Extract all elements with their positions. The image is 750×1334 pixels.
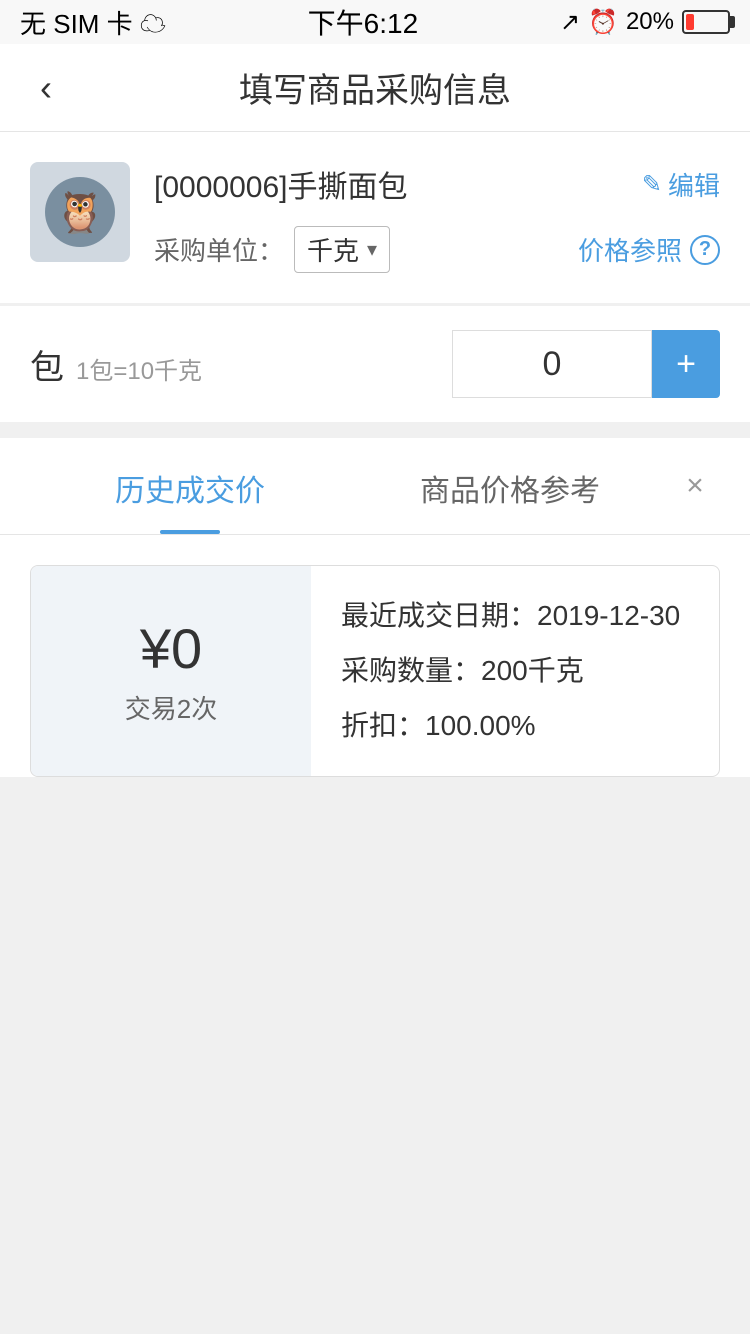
product-name: [0000006]手撕面包 xyxy=(154,162,407,206)
history-discount-label: 折扣： xyxy=(341,710,425,741)
alarm-icon: ⏰ xyxy=(588,8,618,37)
history-details-panel: 最近成交日期：2019-12-30 采购数量：200千克 折扣：100.00% xyxy=(311,566,719,776)
nav-bar: ‹ 填写商品采购信息 xyxy=(0,44,750,132)
status-right: ↗ ⏰ 20% xyxy=(560,8,730,37)
sim-label: 无 SIM 卡 ☁ xyxy=(20,4,166,41)
product-card: [0000006]手撕面包 ✎ 编辑 采购单位： 千克 ▾ 价格参照 ? xyxy=(0,132,750,303)
qty-convert-note: 1包=10千克 xyxy=(76,351,202,386)
page-title: 填写商品采购信息 xyxy=(239,63,511,112)
history-price-value: ¥0 xyxy=(140,616,202,681)
quantity-controls: + xyxy=(452,330,720,398)
tab-close-button[interactable]: × xyxy=(670,461,720,511)
tab-price-reference[interactable]: 商品价格参考 xyxy=(350,438,670,534)
history-qty-label: 采购数量： xyxy=(341,655,481,686)
status-left: 无 SIM 卡 ☁ xyxy=(20,4,166,41)
history-price-panel: ¥0 交易2次 xyxy=(31,566,311,776)
edit-label: 编辑 xyxy=(668,166,720,203)
history-discount-row: 折扣：100.00% xyxy=(341,706,689,745)
history-discount-value: 100.00% xyxy=(425,710,536,741)
battery-percent: 20% xyxy=(626,8,674,36)
history-trades-count: 交易2次 xyxy=(125,689,217,726)
tab-history-price[interactable]: 历史成交价 xyxy=(30,438,350,534)
tabs-section: 历史成交价 商品价格参考 × ¥0 交易2次 最近成交日期：2019-12-30… xyxy=(0,438,750,777)
back-button[interactable]: ‹ xyxy=(30,57,62,119)
unit-label: 采购单位： xyxy=(154,231,284,268)
history-qty-row: 采购数量：200千克 xyxy=(341,651,689,690)
tabs-header: 历史成交价 商品价格参考 × xyxy=(0,438,750,535)
quantity-plus-button[interactable]: + xyxy=(652,330,720,398)
status-bar: 无 SIM 卡 ☁ 下午6:12 ↗ ⏰ 20% xyxy=(0,0,750,44)
history-card: ¥0 交易2次 最近成交日期：2019-12-30 采购数量：200千克 折扣：… xyxy=(30,565,720,777)
history-qty-value: 200千克 xyxy=(481,655,584,686)
battery-fill xyxy=(686,14,694,30)
chevron-down-icon: ▾ xyxy=(367,237,377,262)
quantity-label: 包 1包=10千克 xyxy=(30,340,202,389)
unit-value: 千克 xyxy=(307,231,359,268)
edit-icon: ✎ xyxy=(642,170,662,199)
battery-icon xyxy=(682,10,730,34)
product-header: [0000006]手撕面包 ✎ 编辑 xyxy=(154,162,720,206)
price-ref-label: 价格参照 xyxy=(578,231,682,268)
product-thumbnail xyxy=(30,162,130,262)
location-icon: ↗ xyxy=(560,8,580,37)
history-date-value: 2019-12-30 xyxy=(537,600,680,631)
help-icon: ? xyxy=(690,235,720,265)
quantity-input[interactable] xyxy=(452,330,652,398)
edit-button[interactable]: ✎ 编辑 xyxy=(642,166,720,203)
history-date-row: 最近成交日期：2019-12-30 xyxy=(341,596,689,635)
unit-selector[interactable]: 千克 ▾ xyxy=(294,226,390,273)
qty-unit: 包 xyxy=(30,340,64,389)
unit-row: 采购单位： 千克 ▾ 价格参照 ? xyxy=(154,226,720,273)
quantity-row: 包 1包=10千克 + xyxy=(0,305,750,422)
history-date-label: 最近成交日期： xyxy=(341,600,537,631)
tab-active-underline xyxy=(160,530,220,534)
product-image xyxy=(45,177,115,247)
tab-history-label: 历史成交价 xyxy=(115,475,265,508)
price-ref-button[interactable]: 价格参照 ? xyxy=(578,231,720,268)
status-time: 下午6:12 xyxy=(308,2,419,42)
product-info: [0000006]手撕面包 ✎ 编辑 采购单位： 千克 ▾ 价格参照 ? xyxy=(154,162,720,273)
tab-price-label: 商品价格参考 xyxy=(420,475,600,508)
